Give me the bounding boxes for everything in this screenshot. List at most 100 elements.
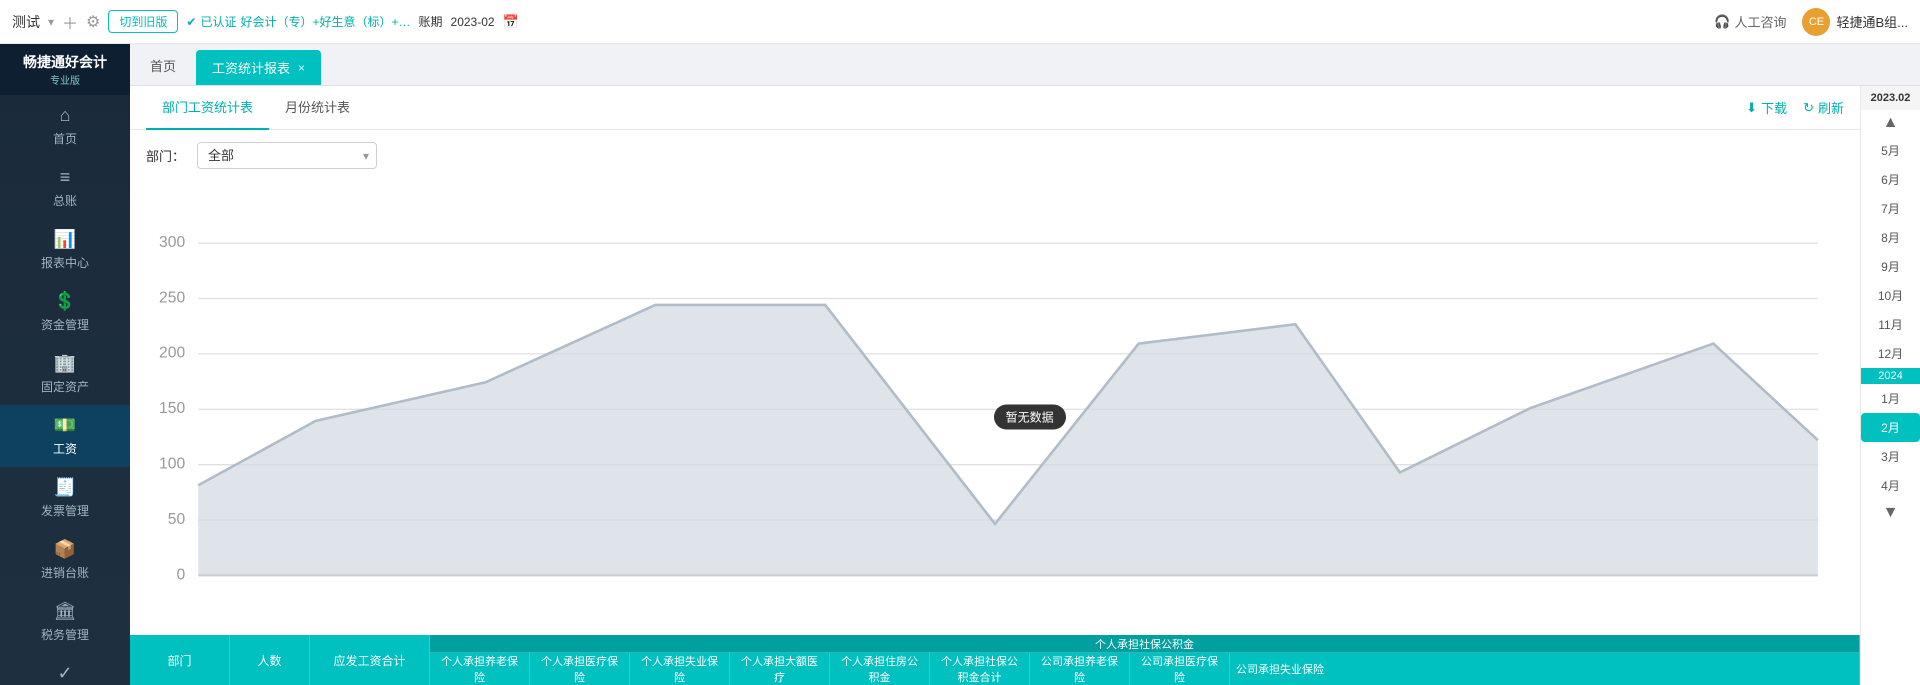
sidebar-invoices-label: 发票管理 [41,502,89,519]
date-panel-down-button[interactable]: ▼ [1861,500,1920,526]
ledger-icon: ≡ [60,167,71,188]
sidebar-item-salary[interactable]: 💵 工资 [0,405,130,467]
date-month-7[interactable]: 7月 [1861,194,1920,223]
header-status: ✔ 已认证 好会计（专）+好生意（标）+… [186,13,410,30]
sidebar-sales-label: 进销台账 [41,564,89,581]
certified-text: 已认证 [200,13,236,30]
sidebar-item-home[interactable]: ⌂ 首页 [0,95,130,157]
date-month-10[interactable]: 10月 [1861,281,1920,310]
sub-tabs: 部门工资统计表 月份统计表 ⬇ 下载 ↻ 刷新 [130,86,1860,130]
sub-tab-dept[interactable]: 部门工资统计表 [146,86,269,130]
col-dept-label: 部门 [167,652,191,669]
user-info: CE 轻捷通B组... [1802,8,1908,36]
col-personal-unemployment-label: 个人承担失业保险 [636,653,723,685]
sidebar-item-invoices[interactable]: 🧾 发票管理 [0,467,130,529]
assets-icon: 🏢 [54,353,76,374]
col-personal-pension: 个人承担养老保险 [430,653,530,685]
tab-home[interactable]: 首页 [130,48,196,85]
refresh-icon: ↻ [1803,100,1814,116]
sidebar-ledger-label: 总账 [53,192,77,209]
sidebar-funds-label: 资金管理 [41,316,89,333]
col-personal-medical: 个人承担医疗保险 [530,653,630,685]
sidebar-reports-label: 报表中心 [41,254,89,271]
header-add-icon[interactable]: ＋ [62,10,78,34]
date-month-8[interactable]: 8月 [1861,223,1920,252]
tab-close-icon[interactable]: × [298,61,305,75]
col-personal-medical-label: 个人承担医疗保险 [536,653,623,685]
svg-text:200: 200 [159,345,185,362]
home-icon: ⌂ [60,105,71,126]
avatar: CE [1802,8,1830,36]
col-company-pension-label: 公司承担养老保险 [1036,653,1123,685]
tab-salary-report[interactable]: 工资统计报表 × [196,50,321,85]
date-panel-up-button[interactable]: ▲ [1861,110,1920,136]
svg-text:300: 300 [159,234,185,251]
refresh-button[interactable]: ↻ 刷新 [1803,98,1844,117]
page-content: 部门工资统计表 月份统计表 ⬇ 下载 ↻ 刷新 [130,86,1920,685]
group-personal-header: 个人承担社保公积金 [430,635,1859,653]
headset-icon: 🎧 [1714,14,1730,30]
certified-icon: ✔ [186,15,196,29]
col-personal-housing: 个人承担住房公积金 [830,653,930,685]
date-month-2[interactable]: 2月 [1861,413,1920,442]
reports-icon: 📊 [54,229,76,250]
settlement-icon: ✓ [57,663,72,684]
group-personal-cols: 个人承担养老保险 个人承担医疗保险 个人承担失业保险 个人承担大额医疗 [430,653,1859,685]
header-test-name: 测试 [12,12,40,32]
date-month-4[interactable]: 4月 [1861,471,1920,500]
header-right: 🎧 人工咨询 CE 轻捷通B组... [1714,8,1908,36]
sidebar-tax-label: 税务管理 [41,626,89,643]
period-value: 2023-02 [451,15,495,29]
date-month-1[interactable]: 1月 [1861,384,1920,413]
sales-icon: 📦 [54,539,76,560]
username-label[interactable]: 轻捷通B组... [1836,12,1908,31]
sidebar-assets-label: 固定资产 [41,378,89,395]
sidebar-item-tax[interactable]: 🏛 税务管理 [0,591,130,653]
sidebar-logo: 畅捷通好会计 专业版 [0,44,130,95]
date-month-6[interactable]: 6月 [1861,165,1920,194]
tab-bar: 首页 工资统计报表 × [130,44,1920,86]
date-year-2024: 2024 [1861,368,1920,384]
sub-tabs-right: ⬇ 下载 ↻ 刷新 [1746,98,1844,117]
sidebar-home-label: 首页 [53,130,77,147]
date-month-5[interactable]: 5月 [1861,136,1920,165]
col-company-unemployment: 公司承担失业保险 [1230,653,1330,685]
filter-bar: 部门： 全部 行政部 财务部 销售部 技术部 ▾ [130,130,1860,181]
download-button[interactable]: ⬇ 下载 [1746,98,1787,117]
sidebar: 畅捷通好会计 专业版 ⌂ 首页 ≡ 总账 📊 报表中心 💲 资金管理 🏢 固定资… [0,44,130,685]
salary-chart: 0 50 100 150 200 250 300 [146,189,1844,627]
sidebar-item-funds[interactable]: 💲 资金管理 [0,281,130,343]
col-people: 人数 [230,635,310,685]
switch-to-old-button[interactable]: 切到旧版 [108,10,178,33]
invoices-icon: 🧾 [54,477,76,498]
right-date-panel: 2023.02 ▲ 5月 6月 7月 8月 9月 10月 11月 12月 202… [1860,86,1920,685]
date-panel-year: 2023.02 [1861,86,1920,110]
consultant-button[interactable]: 🎧 人工咨询 [1714,12,1786,31]
sidebar-item-reports[interactable]: 📊 报表中心 [0,219,130,281]
calendar-icon[interactable]: 📅 [503,14,519,30]
top-header: 测试 ▾ ＋ ⚙ 切到旧版 ✔ 已认证 好会计（专）+好生意（标）+… 账期 2… [0,0,1920,44]
sidebar-item-assets[interactable]: 🏢 固定资产 [0,343,130,405]
sub-tab-monthly[interactable]: 月份统计表 [269,86,366,130]
col-personal-total-label: 个人承担社保公积金合计 [936,653,1023,685]
sidebar-item-sales[interactable]: 📦 进销台账 [0,529,130,591]
consultant-label: 人工咨询 [1734,12,1786,31]
sidebar-item-ledger[interactable]: ≡ 总账 [0,157,130,219]
col-personal-pension-label: 个人承担养老保险 [436,653,523,685]
tooltip-text: 暂无数据 [1006,411,1054,425]
group-personal-insurance: 个人承担社保公积金 个人承担养老保险 个人承担医疗保险 个人承担失业保险 [430,635,1860,685]
header-dropdown-icon[interactable]: ▾ [48,15,54,29]
sidebar-salary-label: 工资 [53,440,77,457]
date-month-9[interactable]: 9月 [1861,252,1920,281]
tab-salary-report-label: 工资统计报表 [212,58,290,77]
sidebar-item-settlement[interactable]: ✓ 结账 [0,653,130,685]
tax-icon: 🏛 [54,601,77,622]
header-settings-icon[interactable]: ⚙ [86,12,100,32]
filter-dept-select[interactable]: 全部 行政部 财务部 销售部 技术部 [197,142,377,169]
date-month-12[interactable]: 12月 [1861,339,1920,368]
col-personal-major-medical: 个人承担大额医疗 [730,653,830,685]
date-month-3[interactable]: 3月 [1861,442,1920,471]
date-month-11[interactable]: 11月 [1861,310,1920,339]
col-personal-total: 个人承担社保公积金合计 [930,653,1030,685]
funds-icon: 💲 [54,291,76,312]
